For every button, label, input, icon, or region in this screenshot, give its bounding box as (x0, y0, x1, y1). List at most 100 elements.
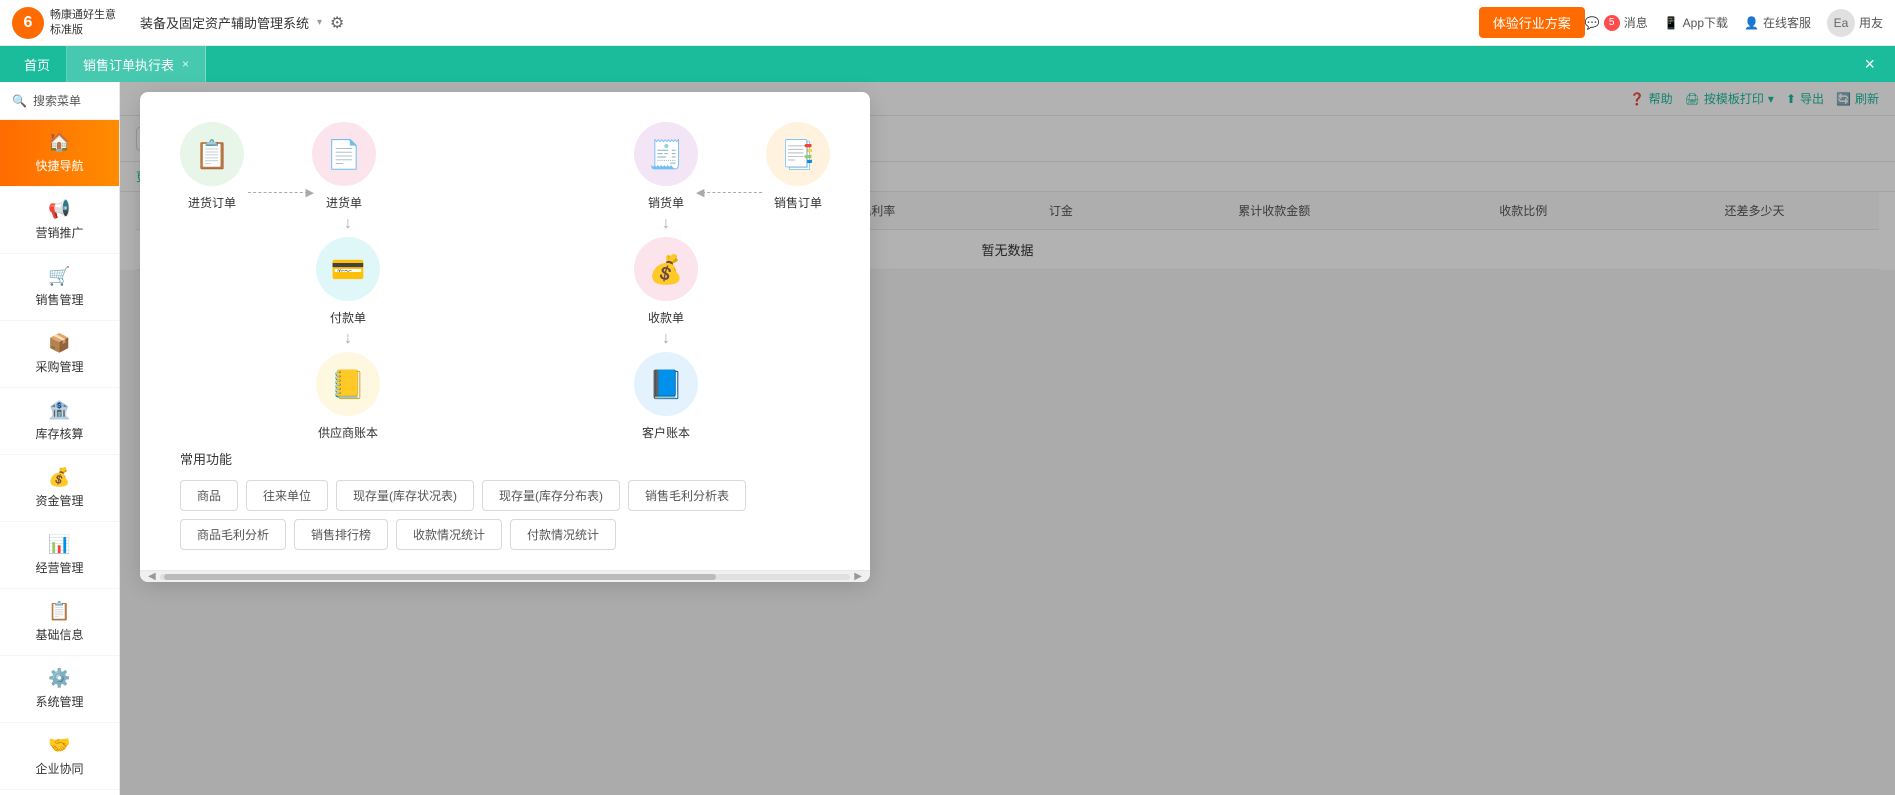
customer-ledger-node: 📘 客户账本 (634, 352, 698, 441)
sales-order-node: 📑 销售订单 (766, 122, 830, 211)
sidebar-item-marketing[interactable]: 📢 营销推广 (0, 187, 119, 254)
popup-body: 📋 进货订单 ▶ (140, 92, 870, 570)
tab-close-icon[interactable]: × (182, 57, 189, 71)
system-title: 装备及固定资产辅助管理系统 (140, 13, 309, 32)
receipt-label: 收款单 (648, 309, 684, 326)
common-btn-payment-stats[interactable]: 付款情况统计 (510, 519, 616, 550)
shortcuts-icon: 🏠 (48, 132, 70, 153)
service-icon: 👤 (1744, 16, 1759, 30)
receipt-node: 💰 收款单 (634, 237, 698, 326)
purchase-bill-icon: 📄 (327, 138, 362, 171)
receipt-circle: 💰 (634, 237, 698, 301)
customer-ledger-icon: 📘 (649, 368, 684, 401)
common-btn-stock-dist[interactable]: 现存量(库存分布表) (482, 480, 620, 511)
sidebar-search[interactable]: 🔍 搜索菜单 (0, 82, 119, 120)
top-bar-left: 6 畅康通好生意 标准版 装备及固定资产辅助管理系统 ▾ ⚙ (12, 7, 1479, 39)
purchase-bill-node: 📄 进货单 (312, 122, 376, 211)
sidebar-item-base-info[interactable]: 📋 基础信息 (0, 589, 119, 656)
common-btn-goods[interactable]: 商品 (180, 480, 238, 511)
receipt-icon: 💰 (649, 253, 684, 286)
sales-bill-circle: 🧾 (634, 122, 698, 186)
purchase-icon: 📦 (48, 333, 70, 354)
supplier-ledger-node: 📒 供应商账本 (316, 352, 380, 441)
content-area: ❓ 帮助 🖨 按模板打印 ▾ ⬆ 导出 🔄 刷新 📅 单据状态 (120, 82, 1895, 795)
flow-diagram: 📋 进货订单 ▶ (180, 122, 830, 449)
sidebar-item-management[interactable]: 📊 经营管理 (0, 522, 119, 589)
sidebar-item-guide[interactable]: 📖 新手引导 (0, 790, 119, 795)
sidebar-item-purchase[interactable]: 📦 采购管理 (0, 321, 119, 388)
sales-bill-label: 销货单 (648, 194, 684, 211)
common-btn-contacts[interactable]: 往来单位 (246, 480, 328, 511)
common-btn-sales-profit[interactable]: 销售毛利分析表 (628, 480, 746, 511)
finance-icon: 💰 (48, 467, 70, 488)
scroll-left-arrow[interactable]: ◀ (144, 571, 160, 582)
window-close-icon[interactable]: × (1852, 54, 1887, 75)
common-btn-goods-profit[interactable]: 商品毛利分析 (180, 519, 286, 550)
down-arrow-payment: ↓ (316, 330, 380, 348)
dropdown-icon[interactable]: ▾ (317, 17, 322, 28)
supplier-ledger-circle: 📒 (316, 352, 380, 416)
online-service-item[interactable]: 👤 在线客服 (1744, 14, 1811, 31)
top-bar: 6 畅康通好生意 标准版 装备及固定资产辅助管理系统 ▾ ⚙ 体验行业方案 💬 … (0, 0, 1895, 46)
overlay: 📋 进货订单 ▶ (120, 82, 1895, 795)
inventory-icon: 🏦 (48, 400, 70, 421)
common-btn-receipt-stats[interactable]: 收款情况统计 (396, 519, 502, 550)
nav-tabs: 首页 销售订单执行表 × × (0, 46, 1895, 82)
down-arrow-purchase-bill: ↓ (316, 215, 380, 233)
sidebar-item-enterprise[interactable]: 🤝 企业协同 (0, 723, 119, 790)
sidebar-item-shortcuts[interactable]: 🏠 快捷导航 (0, 120, 119, 187)
download-icon: 📱 (1664, 16, 1679, 30)
payment-label: 付款单 (330, 309, 366, 326)
down-arrow-sales-bill: ↓ (634, 215, 698, 233)
scroll-right-arrow[interactable]: ▶ (850, 571, 866, 582)
logo-icon: 6 (12, 7, 44, 39)
flow-row-arrows: ↓ ↓ (180, 215, 830, 233)
sidebar-item-system[interactable]: ⚙️ 系统管理 (0, 656, 119, 723)
system-icon: ⚙️ (48, 668, 70, 689)
logo-text: 畅康通好生意 标准版 (50, 8, 116, 37)
purchase-bill-label: 进货单 (326, 194, 362, 211)
payment-icon: 💳 (331, 253, 366, 286)
purchase-order-icon: 📋 (195, 138, 230, 171)
sales-order-circle: 📑 (766, 122, 830, 186)
scroll-track (160, 574, 851, 580)
sidebar-item-inventory[interactable]: 🏦 库存核算 (0, 388, 119, 455)
customer-ledger-label: 客户账本 (642, 424, 690, 441)
popup-dialog: 📋 进货订单 ▶ (140, 92, 870, 582)
customer-ledger-circle: 📘 (634, 352, 698, 416)
message-item[interactable]: 💬 5 消息 (1585, 14, 1648, 31)
sales-bill-node: 🧾 销货单 (634, 122, 698, 211)
sidebar-item-sales[interactable]: 🛒 销售管理 (0, 254, 119, 321)
common-functions: 常用功能 商品 往来单位 现存量(库存状况表) 现存量(库存分布表) 销售毛利分… (180, 449, 830, 550)
flow-row-arrows-2: ↓ ↓ (180, 330, 830, 348)
tab-home[interactable]: 首页 (8, 46, 67, 82)
app-download-item[interactable]: 📱 App下载 (1664, 14, 1728, 31)
enterprise-icon: 🤝 (48, 735, 70, 756)
sidebar: 🔍 搜索菜单 🏠 快捷导航 📢 营销推广 🛒 销售管理 📦 采购管理 🏦 库存核… (0, 82, 120, 795)
search-icon: 🔍 (12, 94, 27, 108)
main-layout: 🔍 搜索菜单 🏠 快捷导航 📢 营销推广 🛒 销售管理 📦 采购管理 🏦 库存核… (0, 82, 1895, 795)
experience-button[interactable]: 体验行业方案 (1479, 7, 1585, 38)
management-icon: 📊 (48, 534, 70, 555)
gear-icon[interactable]: ⚙ (330, 13, 344, 33)
flow-row-5: 📒 供应商账本 📘 客户账本 (180, 352, 830, 441)
sidebar-item-finance[interactable]: 💰 资金管理 (0, 455, 119, 522)
supplier-ledger-icon: 📒 (331, 368, 366, 401)
common-btn-stock-status[interactable]: 现存量(库存状况表) (336, 480, 474, 511)
logo-area: 6 畅康通好生意 标准版 (12, 7, 132, 39)
purchase-order-label: 进货订单 (188, 194, 236, 211)
user-item[interactable]: Ea 用友 (1827, 9, 1883, 37)
tab-sales-order[interactable]: 销售订单执行表 × (67, 46, 206, 82)
flow-row-3: 💳 付款单 💰 收款单 (180, 237, 830, 326)
common-btn-sales-rank[interactable]: 销售排行榜 (294, 519, 388, 550)
payment-node: 💳 付款单 (316, 237, 380, 326)
scroll-thumb (164, 574, 716, 580)
payment-circle: 💳 (316, 237, 380, 301)
purchase-order-circle: 📋 (180, 122, 244, 186)
down-arrow-receipt: ↓ (634, 330, 698, 348)
sales-icon: 🛒 (48, 266, 70, 287)
message-badge: 5 (1604, 15, 1620, 31)
purchase-bill-circle: 📄 (312, 122, 376, 186)
top-bar-center: 体验行业方案 (1479, 7, 1585, 38)
supplier-ledger-label: 供应商账本 (318, 424, 378, 441)
